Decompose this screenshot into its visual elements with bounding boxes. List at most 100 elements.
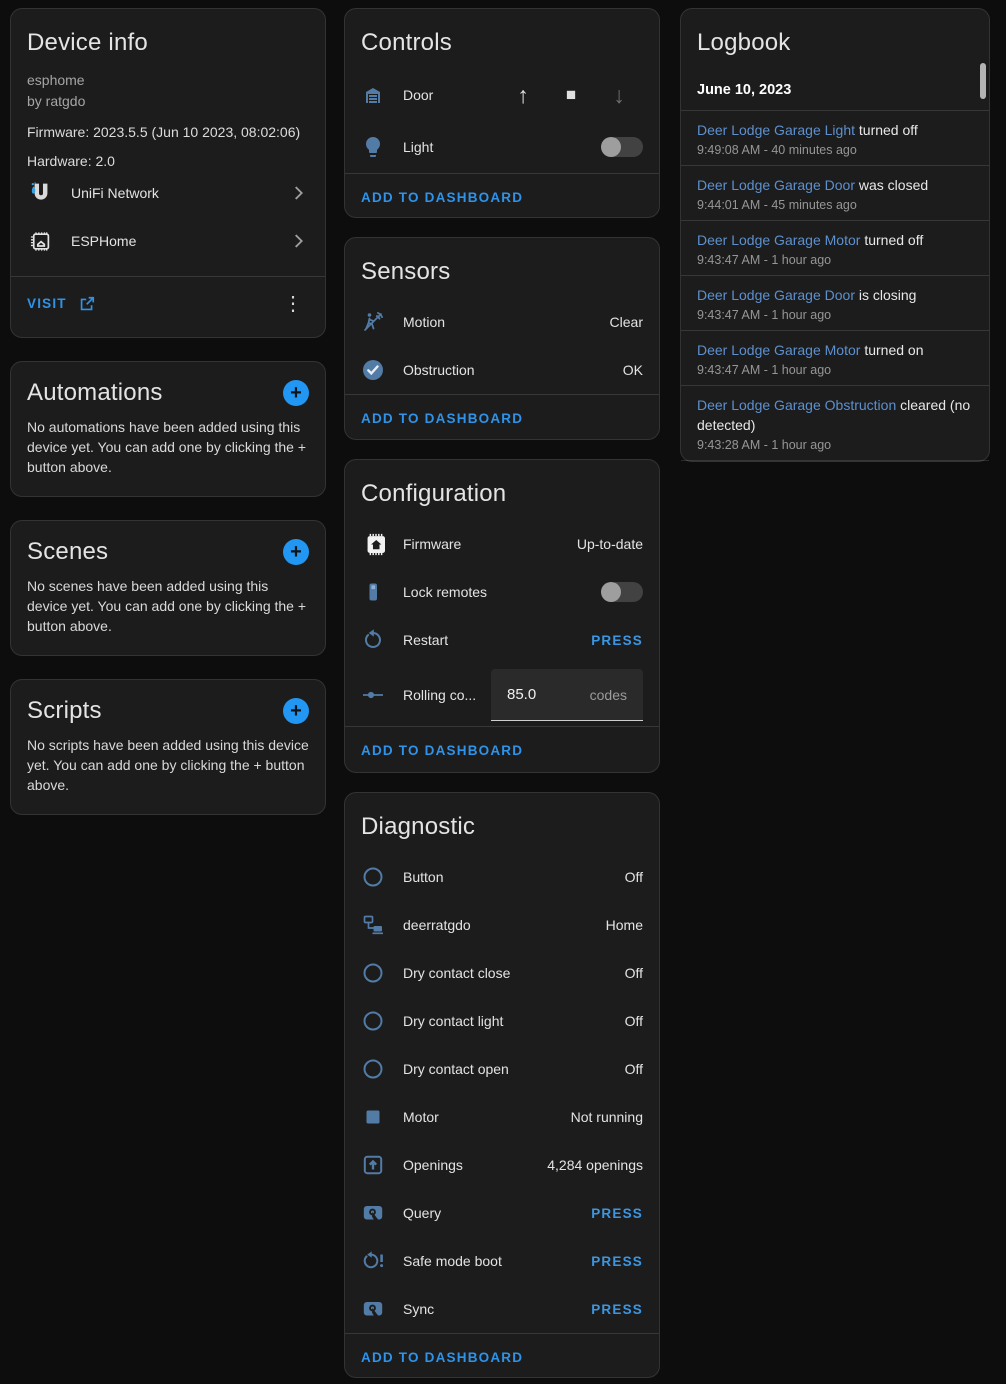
add-to-dashboard-button[interactable]: ADD TO DASHBOARD [345,173,659,221]
radiobox-blank-icon [361,1009,403,1033]
entity-link[interactable]: Deer Lodge Garage Motor [697,232,860,248]
logbook-entry: Deer Lodge Garage Door is closing 9:43:4… [681,276,989,331]
entity-row-dry-contact-light: Dry contact light Off [345,997,659,1045]
ray-vertex-icon [361,683,403,707]
middle-column: Controls Door ↑ ■ ↓ Light ADD TO DASHBOA… [344,8,660,1378]
entity-state: Off [624,965,643,981]
entity-row-query: Query PRESS [345,1189,659,1237]
entity-label: Query [403,1205,442,1221]
visit-label: VISIT [27,296,67,311]
logbook-entry: Deer Lodge Garage Obstruction cleared (n… [681,386,989,461]
entity-label: deerratgdo [403,917,471,933]
scripts-empty-text: No scripts have been added using this de… [27,737,309,793]
entity-label: Sync [403,1301,435,1317]
entity-label: Rolling co... [403,687,477,703]
scenes-header: Scenes + [11,521,325,568]
entity-label: Motion [403,314,446,330]
entity-row-dry-contact-close: Dry contact close Off [345,949,659,997]
entity-label: Safe mode boot [403,1253,502,1269]
rolling-code-unit: codes [589,686,627,703]
door-open-button[interactable]: ↑ [499,74,547,116]
restart-icon [361,628,403,652]
entity-state: Home [605,917,643,933]
add-script-button[interactable]: + [283,698,309,724]
remote-icon [361,580,403,604]
door-stop-button[interactable]: ■ [547,74,595,116]
logbook-entry: Deer Lodge Garage Motor turned off 9:43:… [681,221,989,276]
entity-row-safe-mode-boot: Safe mode boot PRESS [345,1237,659,1285]
device-link-unifi-network[interactable]: UniFi Network [11,169,325,217]
entity-link[interactable]: Deer Lodge Garage Motor [697,342,860,358]
query-press-button[interactable]: PRESS [591,1206,643,1221]
logbook-timestamp: 9:43:47 AM - 1 hour ago [697,253,832,267]
diagnostic-title: Diagnostic [361,813,476,840]
entity-row-openings: Openings 4,284 openings [345,1141,659,1189]
unifi-logo-icon [27,179,71,207]
restart-press-button[interactable]: PRESS [591,633,643,648]
check-circle-icon [361,358,403,382]
entity-row-firmware: Firmware Up-to-date [345,520,659,568]
right-column: Logbook June 10, 2023 Deer Lodge Garage … [680,8,990,462]
automations-empty-text: No automations have been added using thi… [27,419,307,475]
entity-label: Lock remotes [403,584,488,600]
integration-name: esphome [27,72,85,88]
logbook-date-header: June 10, 2023 [681,69,989,111]
controls-title: Controls [361,29,452,56]
logbook-timestamp: 9:43:47 AM - 1 hour ago [697,308,832,322]
arrow-up-box-icon [361,1153,403,1177]
add-to-dashboard-button[interactable]: ADD TO DASHBOARD [345,1333,659,1381]
entity-link[interactable]: Deer Lodge Garage Door [697,287,855,303]
lock-remotes-toggle[interactable] [601,582,643,602]
entity-row-sync: Sync PRESS [345,1285,659,1333]
logbook-timestamp: 9:43:28 AM - 1 hour ago [697,438,832,452]
sync-press-button[interactable]: PRESS [591,1302,643,1317]
radiobox-blank-icon [361,1057,403,1081]
entity-row-dry-contact-open: Dry contact open Off [345,1045,659,1093]
entity-link[interactable]: Deer Lodge Garage Light [697,122,855,138]
controls-card: Controls Door ↑ ■ ↓ Light ADD TO DASHBOA… [344,8,660,218]
add-to-dashboard-button[interactable]: ADD TO DASHBOARD [345,726,659,774]
logbook-action: was closed [858,177,929,193]
entity-row-obstruction: Obstruction OK [345,346,659,394]
scripts-header: Scripts + [11,680,325,727]
hardware-line: Hardware: 2.0 [27,153,115,169]
add-to-dashboard-button[interactable]: ADD TO DASHBOARD [345,394,659,442]
entity-state: OK [622,362,643,378]
door-close-button[interactable]: ↓ [595,74,643,116]
safe-mode-boot-press-button[interactable]: PRESS [591,1254,643,1269]
more-menu-icon[interactable]: ⋮ [277,290,309,318]
chevron-right-icon [287,230,309,252]
logbook-entry: Deer Lodge Garage Door was closed 9:44:0… [681,166,989,221]
entity-label: Obstruction [403,362,475,378]
light-toggle[interactable] [601,137,643,157]
entity-label: Dry contact close [403,965,511,981]
entity-row-button: Button Off [345,853,659,901]
device-link-esphome[interactable]: ESPHome [11,217,325,265]
entity-state: Off [624,869,643,885]
esphome-firmware-icon [361,531,403,558]
entity-row-motor: Motor Not running [345,1093,659,1141]
scripts-title: Scripts [27,697,102,724]
entity-link[interactable]: Deer Lodge Garage Obstruction [697,397,896,413]
add-automation-button[interactable]: + [283,380,309,406]
logbook-timestamp: 9:44:01 AM - 45 minutes ago [697,198,857,212]
entity-row-lock-remotes: Lock remotes [345,568,659,616]
scenes-title: Scenes [27,538,109,565]
visit-button[interactable]: VISIT [27,294,97,314]
firmware-line: Firmware: 2023.5.5 (Jun 10 2023, 08:02:0… [27,124,301,140]
entity-row-deerratgdo: deerratgdo Home [345,901,659,949]
automations-title: Automations [27,379,163,406]
entity-label: Button [403,869,444,885]
entity-label: Door [403,87,434,103]
configuration-card: Configuration Firmware Up-to-date Lock r… [344,459,660,773]
logbook-entry: Deer Lodge Garage Motor turned on 9:43:4… [681,331,989,386]
entity-row-door: Door ↑ ■ ↓ [345,69,659,121]
entity-label: Dry contact light [403,1013,504,1029]
entity-state: Not running [570,1109,643,1125]
add-scene-button[interactable]: + [283,539,309,565]
entity-link[interactable]: Deer Lodge Garage Door [697,177,855,193]
chevron-right-icon [287,182,309,204]
rolling-code-input[interactable]: 85.0 codes [491,669,643,721]
door-buttons: ↑ ■ ↓ [499,74,643,116]
logbook-scrollbar[interactable] [980,63,986,99]
